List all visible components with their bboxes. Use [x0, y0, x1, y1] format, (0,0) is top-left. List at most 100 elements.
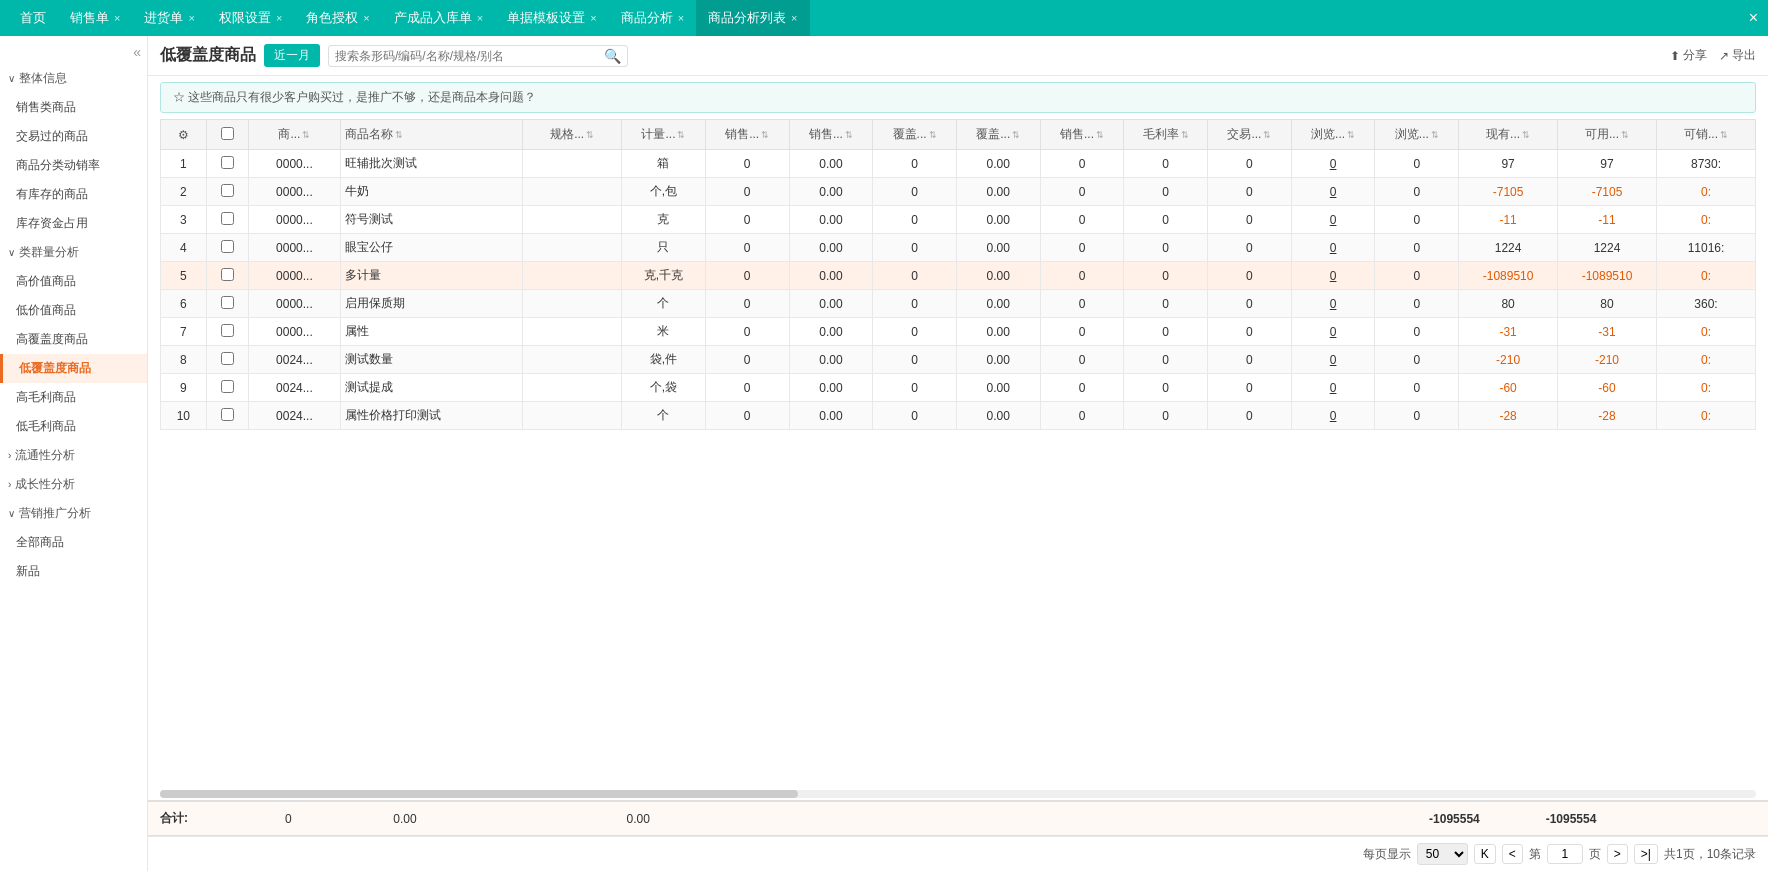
sidebar-section-marketing[interactable]: ∨ 营销推广分析 — [0, 499, 147, 528]
cell-check[interactable] — [206, 234, 249, 262]
th-cov1[interactable]: 覆盖...⇅ — [873, 120, 957, 150]
th-gross[interactable]: 毛利率⇅ — [1124, 120, 1208, 150]
row-checkbox[interactable] — [221, 156, 234, 169]
nav-tab-purchase[interactable]: 进货单 × — [132, 0, 206, 36]
th-settings[interactable]: ⚙ — [161, 120, 207, 150]
share-button[interactable]: ⬆ 分享 — [1670, 47, 1707, 64]
row-checkbox[interactable] — [221, 352, 234, 365]
th-cov2[interactable]: 覆盖...⇅ — [956, 120, 1040, 150]
cell-browse1[interactable]: 0 — [1291, 290, 1375, 318]
cell-check[interactable] — [206, 402, 249, 430]
cell-check[interactable] — [206, 346, 249, 374]
th-browse1[interactable]: 浏览...⇅ — [1291, 120, 1375, 150]
th-browse2[interactable]: 浏览...⇅ — [1375, 120, 1459, 150]
cell-check[interactable] — [206, 374, 249, 402]
close-sales-tab[interactable]: × — [114, 12, 120, 24]
sidebar-item-high-coverage[interactable]: 高覆盖度商品 — [0, 325, 147, 354]
sidebar-item-low-coverage[interactable]: 低覆盖度商品 — [0, 354, 147, 383]
cell-check[interactable] — [206, 318, 249, 346]
close-template-tab[interactable]: × — [590, 12, 596, 24]
th-unit[interactable]: 计量...⇅ — [622, 120, 706, 150]
row-checkbox[interactable] — [221, 240, 234, 253]
close-role-tab[interactable]: × — [363, 12, 369, 24]
nav-tab-template[interactable]: 单据模板设置 × — [495, 0, 608, 36]
sidebar-section-overall[interactable]: ∨ 整体信息 — [0, 64, 147, 93]
nav-tab-product-in[interactable]: 产成品入库单 × — [382, 0, 495, 36]
cell-browse1[interactable]: 0 — [1291, 318, 1375, 346]
row-checkbox[interactable] — [221, 324, 234, 337]
sidebar-item-sales-goods[interactable]: 销售类商品 — [0, 93, 147, 122]
sidebar-item-inventory-capital[interactable]: 库存资金占用 — [0, 209, 147, 238]
sidebar-section-growth[interactable]: › 成长性分析 — [0, 470, 147, 499]
cell-browse1[interactable]: 0 — [1291, 206, 1375, 234]
row-checkbox[interactable] — [221, 212, 234, 225]
row-checkbox[interactable] — [221, 408, 234, 421]
row-checkbox[interactable] — [221, 184, 234, 197]
sidebar-item-high-value[interactable]: 高价值商品 — [0, 267, 147, 296]
sidebar-item-new-goods[interactable]: 新品 — [0, 557, 147, 586]
cell-browse1[interactable]: 0 — [1291, 234, 1375, 262]
nav-tab-home[interactable]: 首页 — [8, 0, 58, 36]
th-trade[interactable]: 交易...⇅ — [1208, 120, 1292, 150]
th-name[interactable]: 商品名称⇅ — [340, 120, 523, 150]
sidebar-item-stocked-goods[interactable]: 有库存的商品 — [0, 180, 147, 209]
cell-browse1[interactable]: 0 — [1291, 178, 1375, 206]
close-analysis-tab[interactable]: × — [678, 12, 684, 24]
th-sale3[interactable]: 销售...⇅ — [1040, 120, 1124, 150]
close-product-in-tab[interactable]: × — [477, 12, 483, 24]
sidebar-item-traded-goods[interactable]: 交易过的商品 — [0, 122, 147, 151]
next-page-button[interactable]: > — [1607, 844, 1628, 864]
first-page-button[interactable]: K — [1474, 844, 1496, 864]
search-icon[interactable]: 🔍 — [604, 48, 621, 64]
cell-browse1[interactable]: 0 — [1291, 346, 1375, 374]
cell-check[interactable] — [206, 206, 249, 234]
sidebar-item-low-value[interactable]: 低价值商品 — [0, 296, 147, 325]
export-button[interactable]: ↗ 导出 — [1719, 47, 1756, 64]
th-check[interactable] — [206, 120, 249, 150]
row-checkbox[interactable] — [221, 268, 234, 281]
th-code[interactable]: 商...⇅ — [249, 120, 340, 150]
th-sale-amt[interactable]: 销售...⇅ — [789, 120, 873, 150]
cell-browse1[interactable]: 0 — [1291, 150, 1375, 178]
th-stock2[interactable]: 可用...⇅ — [1558, 120, 1657, 150]
cell-check[interactable] — [206, 178, 249, 206]
sidebar-item-low-margin[interactable]: 低毛利商品 — [0, 412, 147, 441]
row-checkbox[interactable] — [221, 380, 234, 393]
cell-check[interactable] — [206, 150, 249, 178]
th-spec[interactable]: 规格...⇅ — [523, 120, 622, 150]
close-purchase-tab[interactable]: × — [188, 12, 194, 24]
th-stock1[interactable]: 现有...⇅ — [1459, 120, 1558, 150]
select-all-checkbox[interactable] — [221, 127, 234, 140]
cell-browse1[interactable]: 0 — [1291, 402, 1375, 430]
cell-browse1[interactable]: 0 — [1291, 262, 1375, 290]
search-input[interactable] — [335, 49, 604, 63]
nav-tab-role[interactable]: 角色授权 × — [294, 0, 381, 36]
time-filter-button[interactable]: 近一月 — [264, 44, 320, 67]
cell-check[interactable] — [206, 290, 249, 318]
nav-tab-permissions[interactable]: 权限设置 × — [207, 0, 294, 36]
prev-page-button[interactable]: < — [1502, 844, 1523, 864]
sidebar-collapse-button[interactable]: « — [0, 40, 147, 64]
sidebar-item-category-rate[interactable]: 商品分类动销率 — [0, 151, 147, 180]
per-page-select[interactable]: 50 20 100 — [1417, 843, 1468, 865]
close-analysis-list-tab[interactable]: × — [791, 12, 797, 24]
cell-sale3: 0 — [1040, 234, 1124, 262]
th-sale-qty[interactable]: 销售...⇅ — [705, 120, 789, 150]
nav-tab-analysis[interactable]: 商品分析 × — [609, 0, 696, 36]
th-avail[interactable]: 可销...⇅ — [1657, 120, 1756, 150]
row-checkbox[interactable] — [221, 296, 234, 309]
last-page-button[interactable]: >| — [1634, 844, 1658, 864]
sidebar-section-circulation[interactable]: › 流通性分析 — [0, 441, 147, 470]
cell-browse1[interactable]: 0 — [1291, 374, 1375, 402]
page-number-input[interactable] — [1547, 844, 1583, 864]
cell-check[interactable] — [206, 262, 249, 290]
sidebar-item-high-margin[interactable]: 高毛利商品 — [0, 383, 147, 412]
close-all-tabs[interactable]: × — [1749, 9, 1758, 27]
nav-tab-sales[interactable]: 销售单 × — [58, 0, 132, 36]
horizontal-scrollbar[interactable] — [148, 788, 1768, 800]
nav-tab-analysis-list[interactable]: 商品分析列表 × — [696, 0, 809, 36]
scrollbar-thumb[interactable] — [160, 790, 798, 798]
close-permissions-tab[interactable]: × — [276, 12, 282, 24]
sidebar-section-cluster[interactable]: ∨ 类群量分析 — [0, 238, 147, 267]
sidebar-item-all-goods[interactable]: 全部商品 — [0, 528, 147, 557]
